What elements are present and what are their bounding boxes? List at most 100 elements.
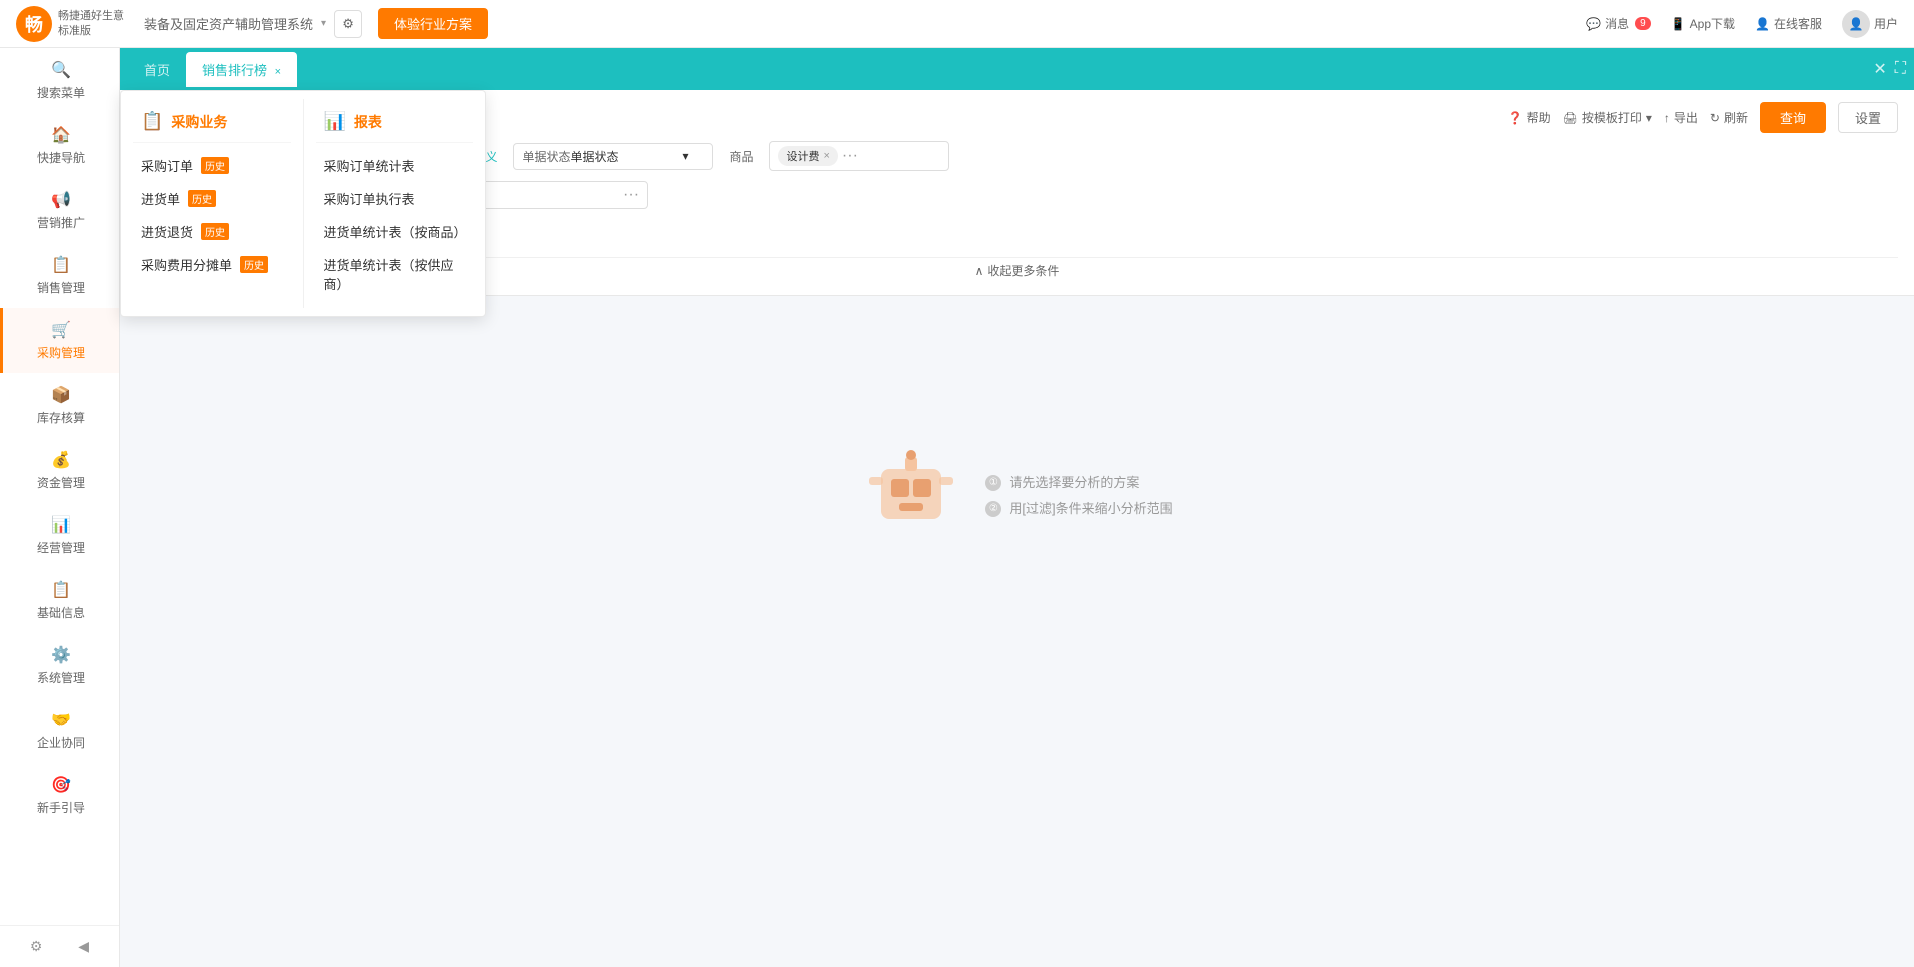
purchase-business-col: 📋 采购业务 采购订单 历史 进货单 历史 进货退货 历史 采购费用分摊单 历史 [121, 99, 303, 308]
doc-status-select[interactable]: 单据状态 单据状态 ▾ [513, 143, 713, 170]
product-label: 商品 [729, 148, 753, 165]
product-more-btn[interactable]: ··· [842, 147, 858, 165]
dropdown-item-cost-alloc[interactable]: 采购费用分摊单 历史 [133, 248, 291, 281]
purchase-icon: 🛒 [51, 320, 71, 340]
marketing-icon: 📢 [51, 190, 71, 210]
inventory-icon: 📦 [51, 385, 71, 405]
app-download-btn[interactable]: 📱 App下载 [1671, 15, 1735, 32]
dropdown-item-order-exec[interactable]: 采购订单执行表 [316, 182, 474, 215]
empty-robot-icon [861, 439, 961, 553]
empty-content: ① 请先选择要分析的方案 ② 用[过滤]条件来缩小分析范围 [861, 439, 1172, 553]
empty-state: ① 请先选择要分析的方案 ② 用[过滤]条件来缩小分析范围 [120, 296, 1914, 696]
basic-info-icon: 📋 [51, 580, 71, 600]
dropdown-item-inbound-stat-product[interactable]: 进货单统计表（按商品） [316, 215, 474, 248]
online-service-btn[interactable]: 👤 在线客服 [1755, 15, 1822, 32]
sidebar: 🔍 搜索菜单 🏠 快捷导航 📢 营销推广 📋 销售管理 🛒 采购管理 📦 库存核… [0, 48, 120, 967]
system-icon: ⚙️ [51, 645, 71, 665]
empty-tip-2: ② 用[过滤]条件来缩小分析范围 [985, 496, 1172, 522]
collapse-chevron-icon: ∧ [975, 264, 984, 278]
history-tag-3: 历史 [201, 223, 229, 240]
tab-close-all-btn[interactable]: ✕ [1873, 59, 1886, 79]
export-btn[interactable]: ↑ 导出 [1664, 109, 1698, 126]
system-title-area: 装备及固定资产辅助管理系统 ▾ ⚙ 体验行业方案 [136, 8, 1586, 39]
mobile-icon: 📱 [1671, 17, 1686, 31]
sidebar-item-finance[interactable]: 💰 资金管理 [0, 438, 119, 503]
sidebar-item-operations[interactable]: 📊 经营管理 [0, 503, 119, 568]
settings-btn[interactable]: 设置 [1838, 102, 1898, 133]
report-col: 📊 报表 采购订单统计表 采购订单执行表 进货单统计表（按商品） 进货单统计表（… [303, 99, 486, 308]
sidebar-item-cooperation[interactable]: 🤝 企业协同 [0, 698, 119, 763]
dropdown-item-order-stat[interactable]: 采购订单统计表 [316, 149, 474, 182]
finance-icon: 💰 [51, 450, 71, 470]
robot-svg [861, 439, 961, 539]
message-btn[interactable]: 💬 消息 9 [1586, 15, 1651, 32]
refresh-btn[interactable]: ↻ 刷新 [1710, 109, 1748, 126]
sidebar-item-search[interactable]: 🔍 搜索菜单 [0, 48, 119, 113]
salesperson-more-btn[interactable]: ··· [623, 186, 639, 204]
tab-expand-btn[interactable]: ⛶ [1895, 60, 1906, 78]
service-icon: 👤 [1755, 17, 1770, 31]
gear-button[interactable]: ⚙ [334, 10, 362, 38]
salesperson-input[interactable]: ··· [468, 181, 648, 209]
system-title-text: 装备及固定资产辅助管理系统 [144, 14, 313, 33]
print-btn[interactable]: 🖨 按模板打印 ▾ [1563, 109, 1652, 126]
sidebar-bottom: ⚙ ◀ [0, 925, 119, 967]
dropdown-item-purchase-order[interactable]: 采购订单 历史 [133, 149, 291, 182]
sales-icon: 📋 [51, 255, 71, 275]
tab-close-btn[interactable]: × [275, 66, 281, 78]
top-right-area: 💬 消息 9 📱 App下载 👤 在线客服 👤 用户 [1586, 10, 1898, 38]
top-bar: 畅 畅捷通好生意 标准版 装备及固定资产辅助管理系统 ▾ ⚙ 体验行业方案 💬 … [0, 0, 1914, 48]
sidebar-settings-btn[interactable]: ⚙ [30, 938, 43, 955]
report-header-icon: 📊 [324, 111, 346, 132]
logo-icon: 畅 [16, 6, 52, 42]
product-tag-remove[interactable]: × [823, 150, 829, 162]
sidebar-collapse-btn[interactable]: ◀ [78, 938, 89, 955]
tab-right-buttons: ✕ ⛶ [1873, 59, 1906, 79]
product-input-area[interactable]: 设计费 × ··· [769, 141, 949, 171]
sidebar-item-basic-info[interactable]: 📋 基础信息 [0, 568, 119, 633]
tab-sales-rank[interactable]: 销售排行榜 × [186, 52, 297, 87]
dropdown-item-return[interactable]: 进货退货 历史 [133, 215, 291, 248]
purchase-dropdown-menu: 📋 采购业务 采购订单 历史 进货单 历史 进货退货 历史 采购费用分摊单 历史… [120, 90, 486, 317]
message-badge: 9 [1635, 17, 1651, 30]
logo-area: 畅 畅捷通好生意 标准版 [16, 6, 136, 42]
report-header: 📊 报表 [316, 107, 474, 143]
doc-status-arrow: ▾ [682, 149, 688, 163]
sidebar-item-sales[interactable]: 📋 销售管理 [0, 243, 119, 308]
history-tag-1: 历史 [201, 157, 229, 174]
user-avatar: 👤 [1842, 10, 1870, 38]
search-icon: 🔍 [51, 60, 71, 80]
user-btn[interactable]: 👤 用户 [1842, 10, 1898, 38]
empty-tips: ① 请先选择要分析的方案 ② 用[过滤]条件来缩小分析范围 [985, 470, 1172, 522]
home-icon: 🏠 [51, 125, 71, 145]
cooperation-icon: 🤝 [51, 710, 71, 730]
dropdown-item-inbound[interactable]: 进货单 历史 [133, 182, 291, 215]
export-icon: ↑ [1664, 111, 1670, 125]
system-title-dropdown[interactable]: ▾ [321, 18, 326, 29]
message-icon: 💬 [1586, 17, 1601, 31]
sidebar-item-purchase[interactable]: 🛒 采购管理 [0, 308, 119, 373]
print-icon: 🖨 [1563, 111, 1578, 125]
sidebar-item-quick-nav[interactable]: 🏠 快捷导航 [0, 113, 119, 178]
dropdown-item-inbound-stat-supplier[interactable]: 进货单统计表（按供应商） [316, 248, 474, 300]
tab-home[interactable]: 首页 [128, 52, 186, 87]
sidebar-item-inventory[interactable]: 📦 库存核算 [0, 373, 119, 438]
history-tag-2: 历史 [188, 190, 216, 207]
empty-tip-1: ① 请先选择要分析的方案 [985, 470, 1172, 496]
refresh-icon: ↻ [1710, 111, 1720, 125]
history-tag-4: 历史 [240, 256, 268, 273]
guide-icon: 🎯 [51, 775, 71, 795]
sidebar-item-guide[interactable]: 🎯 新手引导 [0, 763, 119, 828]
product-tag-design: 设计费 × [778, 146, 837, 166]
purchase-business-header: 📋 采购业务 [133, 107, 291, 143]
query-btn[interactable]: 查询 [1760, 102, 1826, 133]
purchase-header-icon: 📋 [141, 111, 163, 132]
tab-bar: 首页 销售排行榜 × ✕ ⛶ [120, 48, 1914, 90]
operations-icon: 📊 [51, 515, 71, 535]
sidebar-item-system[interactable]: ⚙️ 系统管理 [0, 633, 119, 698]
sidebar-item-marketing[interactable]: 📢 营销推广 [0, 178, 119, 243]
industry-btn[interactable]: 体验行业方案 [378, 8, 488, 39]
logo-text: 畅捷通好生意 标准版 [58, 9, 124, 38]
help-btn[interactable]: ❓ 帮助 [1508, 109, 1551, 126]
print-dropdown-icon: ▾ [1646, 111, 1652, 125]
